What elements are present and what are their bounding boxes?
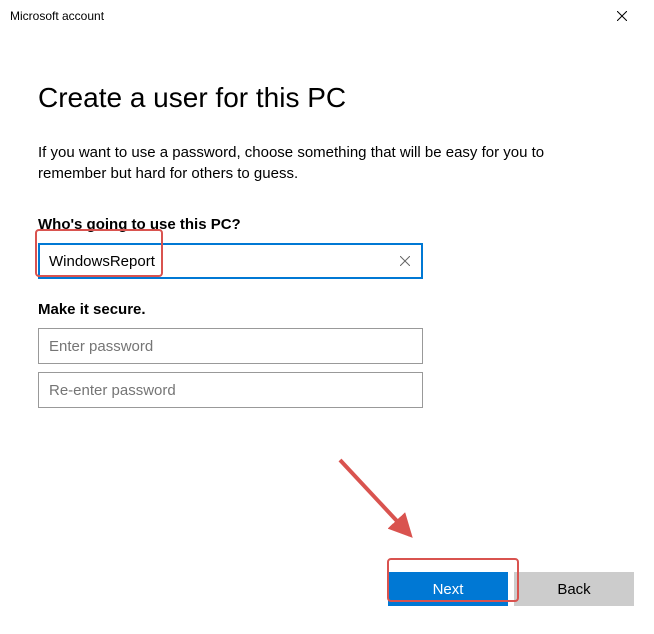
content-area: Create a user for this PC If you want to…: [0, 32, 654, 436]
reenter-password-input[interactable]: [38, 372, 423, 408]
back-button[interactable]: Back: [514, 572, 634, 606]
window-title: Microsoft account: [10, 9, 104, 23]
clear-username-button[interactable]: [395, 251, 415, 271]
button-bar: Next Back: [388, 572, 634, 606]
x-icon: [400, 256, 410, 266]
page-heading: Create a user for this PC: [38, 82, 616, 114]
username-input-wrap: [38, 243, 423, 279]
username-label: Who's going to use this PC?: [38, 216, 616, 233]
annotation-arrow: [330, 450, 430, 550]
password-input[interactable]: [38, 328, 423, 364]
close-icon: [617, 11, 627, 21]
next-button[interactable]: Next: [388, 572, 508, 606]
close-button[interactable]: [602, 2, 642, 30]
titlebar: Microsoft account: [0, 0, 654, 32]
username-input[interactable]: [38, 243, 423, 279]
secure-label: Make it secure.: [38, 301, 616, 318]
page-description: If you want to use a password, choose so…: [38, 142, 598, 184]
